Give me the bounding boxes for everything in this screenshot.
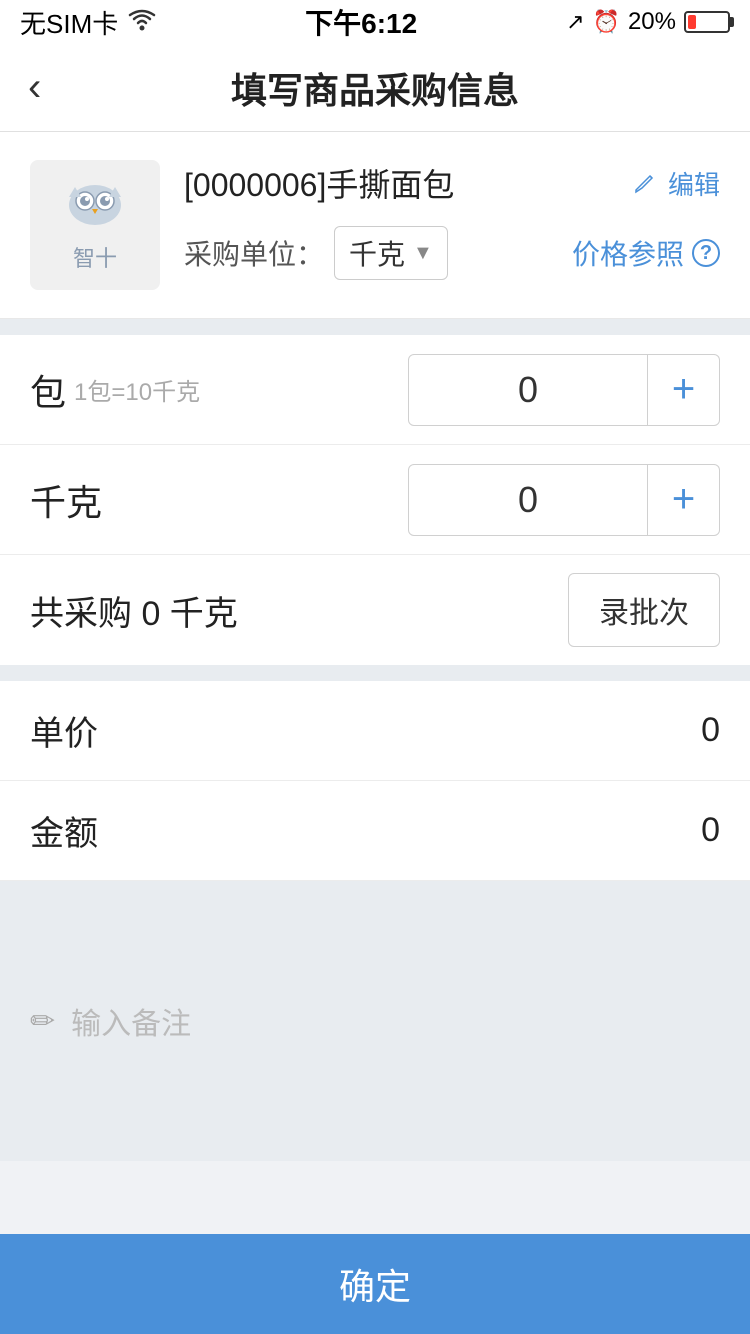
kg-plus-button[interactable]: + bbox=[648, 464, 720, 536]
bao-label: 包 bbox=[30, 364, 66, 416]
bao-plus-button[interactable]: + bbox=[648, 354, 720, 426]
pencil-icon: ✏ bbox=[30, 1004, 55, 1039]
unit-price-row: 单价 0 bbox=[0, 681, 750, 781]
kg-input-row: 千克 + bbox=[0, 445, 750, 555]
status-right: ↗ ⏰ 20% bbox=[566, 8, 730, 36]
page-title: 填写商品采购信息 bbox=[231, 62, 519, 114]
bao-input-row: 包 1包=10千克 + bbox=[0, 335, 750, 445]
status-time: 下午6:12 bbox=[305, 2, 417, 42]
section-divider-2 bbox=[0, 665, 750, 681]
product-image: 智十 bbox=[30, 160, 160, 290]
confirm-label: 确定 bbox=[339, 1258, 411, 1310]
battery-icon bbox=[684, 11, 730, 33]
carrier-text: 无SIM卡 bbox=[20, 4, 118, 41]
amount-label: 金额 bbox=[30, 806, 98, 855]
product-header: [0000006]手撕面包 编辑 bbox=[184, 160, 720, 206]
info-circle-icon: ? bbox=[692, 239, 720, 267]
summary-row: 共采购 0 千克 录批次 bbox=[0, 555, 750, 665]
bao-input-group: + bbox=[408, 354, 720, 426]
kg-label: 千克 bbox=[30, 474, 102, 526]
product-unit-row: 采购单位： 千克 ▼ 价格参照 ? bbox=[184, 226, 720, 280]
unit-label: 采购单位： bbox=[184, 233, 324, 273]
notes-section[interactable]: ✏ 输入备注 bbox=[0, 881, 750, 1161]
confirm-button[interactable]: 确定 bbox=[0, 1234, 750, 1334]
section-divider-1 bbox=[0, 319, 750, 335]
amount-row: 金额 0 bbox=[0, 781, 750, 881]
product-logo-icon bbox=[65, 177, 125, 237]
notes-placeholder: 输入备注 bbox=[71, 999, 191, 1043]
kg-input-group: + bbox=[408, 464, 720, 536]
price-reference-button[interactable]: 价格参照 ? bbox=[572, 233, 720, 273]
bao-sublabel: 1包=10千克 bbox=[74, 372, 408, 407]
back-button[interactable]: ‹ bbox=[28, 65, 41, 110]
nav-bar: ‹ 填写商品采购信息 bbox=[0, 44, 750, 132]
status-bar: 无SIM卡 下午6:12 ↗ ⏰ 20% bbox=[0, 0, 750, 44]
product-info: [0000006]手撕面包 编辑 采购单位： 千克 ▼ 价格参照 ? bbox=[184, 160, 720, 280]
edit-button[interactable]: 编辑 bbox=[632, 165, 720, 202]
total-quantity-label: 共采购 0 千克 bbox=[30, 586, 238, 635]
battery-percent: 20% bbox=[628, 8, 676, 36]
alarm-icon: ⏰ bbox=[593, 9, 620, 35]
product-name: [0000006]手撕面包 bbox=[184, 160, 454, 206]
wifi-icon bbox=[128, 7, 156, 38]
unit-price-value: 0 bbox=[701, 711, 720, 750]
price-info-section: 单价 0 金额 0 bbox=[0, 681, 750, 881]
unit-price-label: 单价 bbox=[30, 706, 98, 755]
bao-quantity-input[interactable] bbox=[408, 354, 648, 426]
location-icon: ↗ bbox=[566, 9, 584, 35]
amount-value: 0 bbox=[701, 811, 720, 850]
chevron-down-icon: ▼ bbox=[413, 242, 433, 265]
record-batch-button[interactable]: 录批次 bbox=[568, 573, 720, 647]
kg-quantity-input[interactable] bbox=[408, 464, 648, 536]
product-logo-label: 智十 bbox=[73, 241, 117, 273]
status-left: 无SIM卡 bbox=[20, 4, 156, 41]
product-card: 智十 [0000006]手撕面包 编辑 采购单位： 千克 ▼ 价格参照 bbox=[0, 132, 750, 319]
unit-select-dropdown[interactable]: 千克 ▼ bbox=[334, 226, 448, 280]
